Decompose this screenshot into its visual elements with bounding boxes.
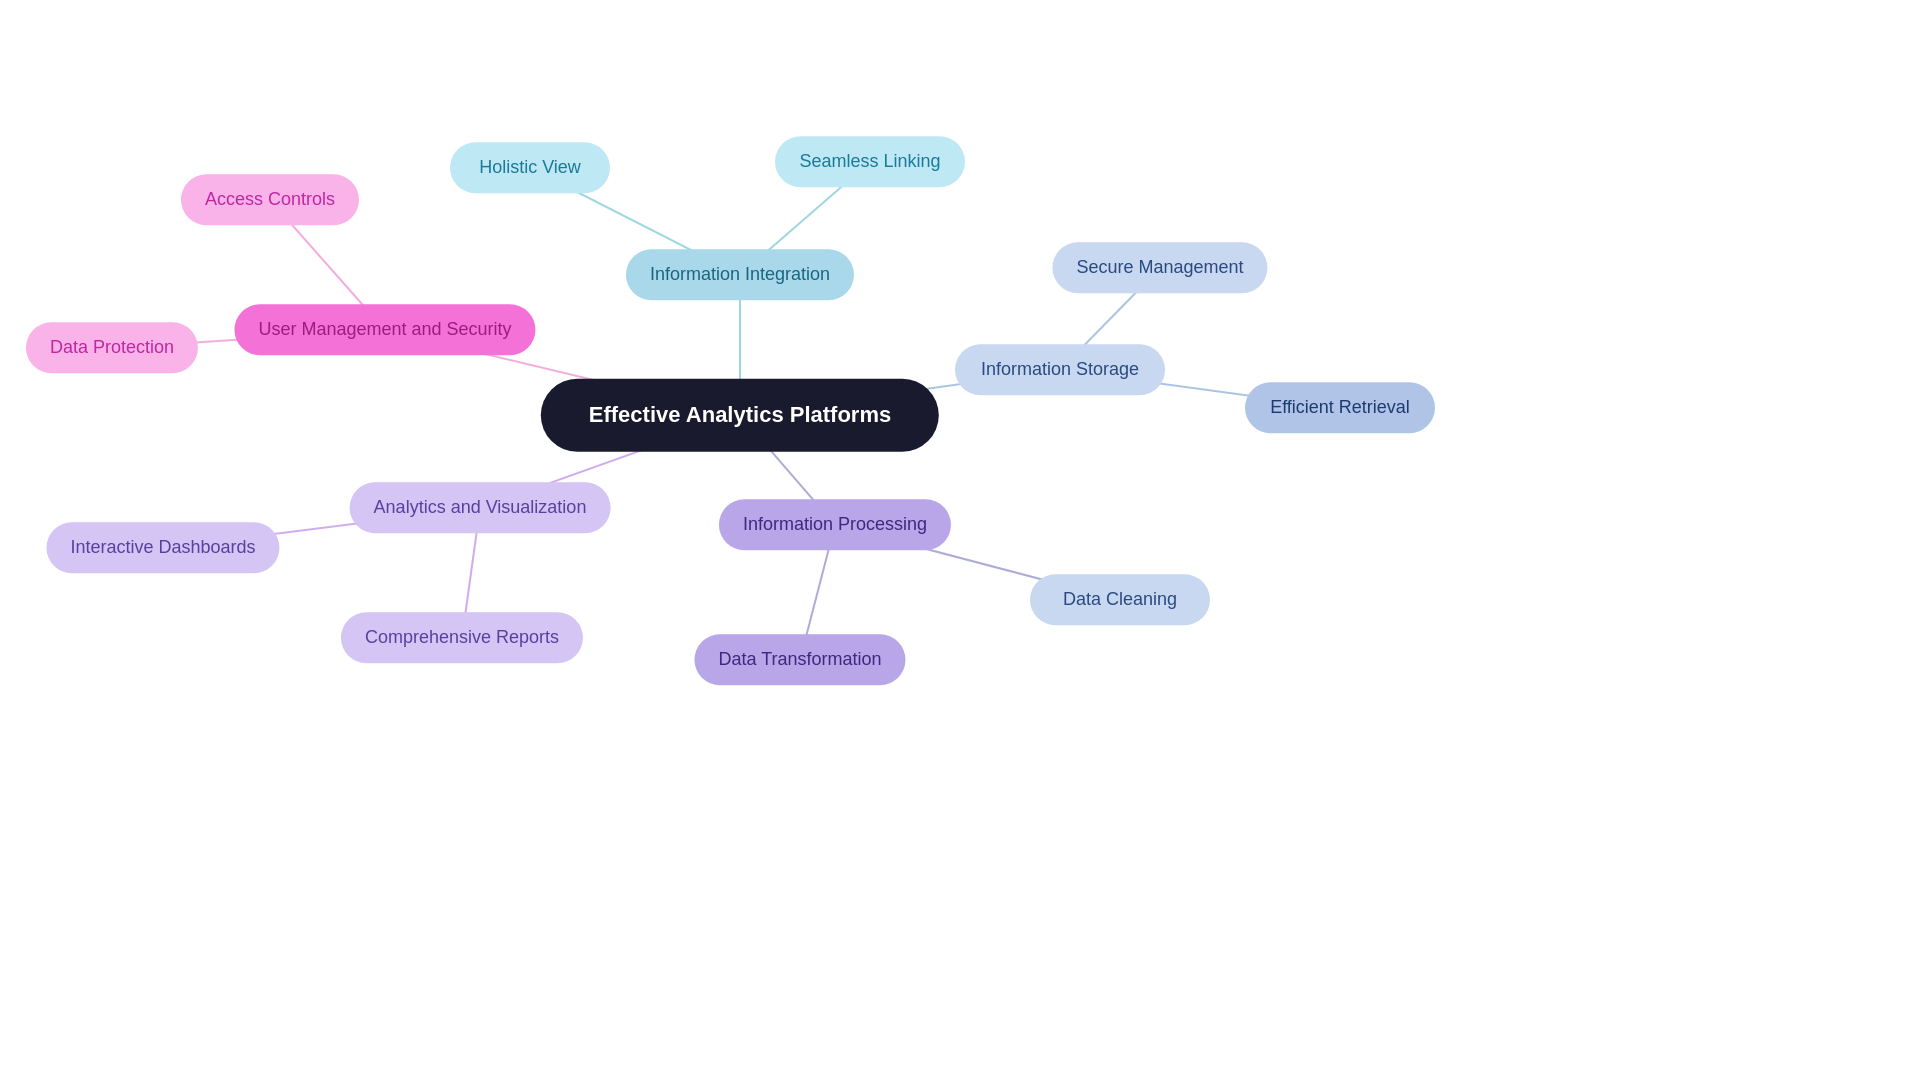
efficient-retrieval-node[interactable]: Efficient Retrieval (1245, 382, 1435, 433)
holistic-view-node[interactable]: Holistic View (450, 142, 610, 193)
comprehensive-reports-node[interactable]: Comprehensive Reports (341, 612, 583, 663)
data-protection-node[interactable]: Data Protection (26, 322, 198, 373)
information-storage-node[interactable]: Information Storage (955, 344, 1165, 395)
seamless-linking-node[interactable]: Seamless Linking (775, 136, 965, 187)
user-management-node[interactable]: User Management and Security (234, 304, 535, 355)
analytics-visualization-node[interactable]: Analytics and Visualization (350, 482, 611, 533)
information-integration-node[interactable]: Information Integration (626, 249, 854, 300)
information-processing-node[interactable]: Information Processing (719, 499, 951, 550)
access-controls-node[interactable]: Access Controls (181, 174, 359, 225)
data-transformation-node[interactable]: Data Transformation (694, 634, 905, 685)
center-node[interactable]: Effective Analytics Platforms (541, 379, 939, 452)
interactive-dashboards-node[interactable]: Interactive Dashboards (46, 522, 279, 573)
secure-management-node[interactable]: Secure Management (1052, 242, 1267, 293)
data-cleaning-node[interactable]: Data Cleaning (1030, 574, 1210, 625)
